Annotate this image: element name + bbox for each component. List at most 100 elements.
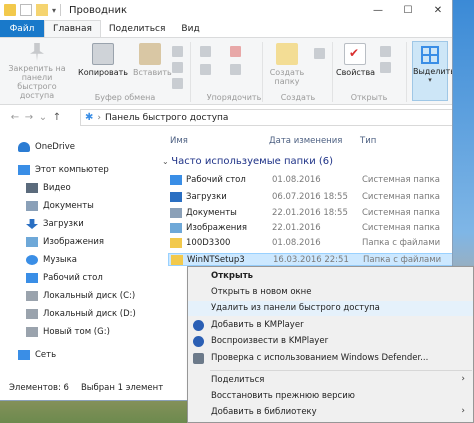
nav-item-downloads[interactable]: Загрузки: [26, 217, 84, 231]
column-name[interactable]: Имя: [170, 136, 188, 146]
paste-shortcut-icon[interactable]: [172, 78, 183, 89]
menu-item-share[interactable]: Поделиться ›: [188, 373, 473, 388]
folder-icon[interactable]: [4, 4, 16, 16]
file-date: 06.07.2016 18:55: [272, 192, 348, 202]
nav-label: Документы: [43, 201, 94, 211]
select-label: Выделить: [413, 67, 453, 76]
up-button[interactable]: ↑: [50, 112, 64, 123]
nav-label: Рабочий стол: [43, 273, 103, 283]
menu-item-open[interactable]: Открыть: [188, 269, 473, 284]
rename-icon[interactable]: [230, 64, 241, 75]
menu-item-unpin-quick-access[interactable]: Удалить из панели быстрого доступа: [188, 301, 473, 316]
nav-item-network[interactable]: Сеть: [18, 348, 56, 362]
group-new-label: Создать: [280, 93, 316, 102]
submenu-arrow-icon: ›: [461, 374, 465, 384]
file-type: Папка с файлами: [362, 238, 441, 248]
copy-icon: [92, 43, 114, 65]
folder-icon: [170, 192, 182, 202]
folder-icon: [170, 208, 182, 218]
nav-item-documents[interactable]: Документы: [26, 199, 94, 213]
group-clipboard-label: Буфер обмена: [94, 93, 156, 102]
menu-item-defender-scan[interactable]: Проверка с использованием Windows Defend…: [188, 351, 473, 366]
file-row[interactable]: Рабочий стол 01.08.2016 Системная папка: [168, 174, 452, 187]
file-name: Документы: [186, 208, 237, 218]
cloud-icon: [18, 142, 30, 152]
nav-item-drive-c[interactable]: Локальный диск (C:): [26, 289, 135, 303]
address-box[interactable]: ✱ › Панель быстрого доступа: [80, 109, 452, 126]
download-arrow-icon: [26, 219, 38, 229]
ribbon-tabs: Файл Главная Поделиться Вид: [0, 20, 452, 38]
cut-icon[interactable]: [172, 46, 183, 57]
selected-count: Выбран 1 элемент: [80, 383, 164, 393]
paste-button[interactable]: Вставить: [133, 43, 172, 77]
menu-item-add-kmplayer[interactable]: Добавить в KMPlayer: [188, 318, 473, 333]
folder-icon: [170, 175, 182, 185]
file-type: Системная папка: [362, 223, 440, 233]
nav-label: Локальный диск (C:): [43, 291, 136, 301]
tab-view[interactable]: Вид: [173, 20, 207, 38]
new-folder-icon[interactable]: [36, 4, 48, 16]
nav-item-music[interactable]: Музыка: [26, 253, 77, 267]
network-icon: [18, 350, 30, 360]
group-divider: [190, 42, 191, 102]
new-folder-button[interactable]: Создать папку: [266, 43, 308, 86]
nav-label: OneDrive: [35, 142, 75, 152]
back-button[interactable]: ←: [8, 112, 22, 123]
column-date[interactable]: Дата изменения: [269, 136, 342, 146]
nav-item-videos[interactable]: Видео: [26, 181, 71, 195]
file-row[interactable]: Документы 22.01.2016 18:55 Системная папка: [168, 207, 452, 220]
file-name: WinNTSetup3: [187, 255, 245, 265]
ribbon: Закрепить на панели быстрого доступа Коп…: [0, 37, 453, 105]
file-row[interactable]: Загрузки 06.07.2016 18:55 Системная папка: [168, 191, 452, 204]
file-name: Рабочий стол: [186, 175, 246, 185]
nav-item-drive-g[interactable]: Новый том (G:): [26, 325, 110, 339]
menu-item-restore-version[interactable]: Восстановить прежнюю версию: [188, 389, 473, 404]
quick-access-toolbar: ▾: [0, 4, 56, 16]
open-icon[interactable]: [380, 46, 391, 57]
pin-quick-access-button[interactable]: Закрепить на панели быстрого доступа: [4, 43, 70, 100]
recent-locations-button[interactable]: ⌄: [36, 112, 50, 123]
menu-item-add-library[interactable]: Добавить в библиотеку ›: [188, 405, 473, 420]
tab-file[interactable]: Файл: [0, 20, 44, 38]
tab-home[interactable]: Главная: [44, 20, 101, 38]
nav-item-pictures[interactable]: Изображения: [26, 235, 104, 249]
title-divider: [60, 4, 62, 16]
nav-item-desktop[interactable]: Рабочий стол: [26, 271, 103, 285]
forward-button[interactable]: →: [22, 112, 36, 123]
edit-icon[interactable]: [380, 62, 391, 73]
move-to-icon[interactable]: [200, 46, 211, 57]
group-header[interactable]: ⌄ Часто используемые папки (6): [162, 156, 333, 167]
copy-to-icon[interactable]: [200, 64, 211, 75]
file-row[interactable]: Изображения 22.01.2016 Системная папка: [168, 222, 452, 235]
tab-share[interactable]: Поделиться: [101, 20, 174, 38]
delete-icon[interactable]: [230, 46, 241, 57]
drive-icon: [26, 309, 38, 319]
new-item-icon[interactable]: [314, 48, 325, 59]
column-headers: Имя Дата изменения Тип: [160, 134, 452, 150]
file-row[interactable]: 100D3300 01.08.2016 Папка с файлами: [168, 237, 452, 250]
file-date: 22.01.2016: [272, 223, 321, 233]
address-bar-row: ← → ⌄ ↑ ✱ › Панель быстрого доступа: [0, 106, 452, 128]
collapse-chevron-icon: ⌄: [162, 157, 172, 166]
properties-check-icon[interactable]: [20, 4, 32, 16]
column-type[interactable]: Тип: [360, 136, 376, 146]
minimize-button[interactable]: —: [363, 0, 393, 20]
file-type: Папка с файлами: [363, 255, 442, 265]
properties-button[interactable]: ✔ Свойства: [336, 43, 375, 77]
close-button[interactable]: ✕: [423, 0, 452, 20]
menu-item-open-new-window[interactable]: Открыть в новом окне: [188, 285, 473, 300]
maximize-button[interactable]: ☐: [393, 0, 423, 20]
customize-toolbar-icon[interactable]: ▾: [52, 6, 56, 15]
nav-item-this-pc[interactable]: Этот компьютер: [18, 163, 109, 177]
copy-path-icon[interactable]: [172, 62, 183, 73]
paste-icon: [139, 43, 161, 65]
nav-item-drive-d[interactable]: Локальный диск (D:): [26, 307, 136, 321]
nav-label: Видео: [43, 183, 71, 193]
select-button[interactable]: Выделить ▾: [412, 41, 453, 101]
menu-item-play-kmplayer[interactable]: Воспроизвести в KMPlayer: [188, 334, 473, 349]
file-row[interactable]: WinNTSetup3 16.03.2016 22:51 Папка с файла…: [168, 253, 452, 266]
video-folder-icon: [26, 183, 38, 193]
nav-label: Этот компьютер: [35, 165, 109, 175]
copy-button[interactable]: Копировать: [78, 43, 128, 77]
nav-item-onedrive[interactable]: OneDrive: [18, 140, 75, 154]
